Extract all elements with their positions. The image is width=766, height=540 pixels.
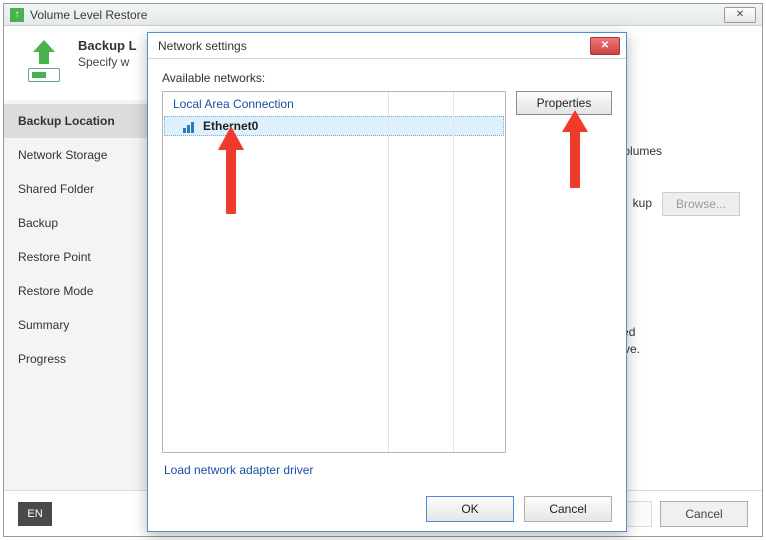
load-driver-link[interactable]: Load network adapter driver [162,453,612,481]
restore-icon [22,38,66,88]
ok-button[interactable]: OK [426,496,514,522]
network-settings-dialog: Network settings ✕ Available networks: L… [147,32,627,532]
dialog-cancel-button[interactable]: Cancel [524,496,612,522]
language-button[interactable]: EN [18,502,52,526]
dialog-body: Available networks: Local Area Connectio… [148,59,626,487]
page-subtitle: Specify w [78,55,137,69]
dialog-title: Network settings [158,39,590,53]
browse-button: Browse... [662,192,740,216]
available-networks-label: Available networks: [162,71,612,85]
network-group-header: Local Area Connection [163,92,505,116]
dialog-footer: OK Cancel [148,487,626,531]
dialog-close-icon[interactable]: ✕ [590,37,620,55]
network-adapter-icon [183,119,197,133]
window-title: Volume Level Restore [30,8,724,22]
properties-button[interactable]: Properties [516,91,612,115]
wizard-titlebar: ↑ Volume Level Restore ✕ [4,4,762,26]
network-item-label: Ethernet0 [203,119,258,133]
option-text-fragment: kup [633,196,652,210]
wizard-window: ↑ Volume Level Restore ✕ Backup L Specif… [3,3,763,537]
network-item-ethernet0[interactable]: Ethernet0 [164,116,504,136]
network-list[interactable]: Local Area Connection Ethernet0 [162,91,506,453]
page-title: Backup L [78,38,137,53]
dialog-titlebar: Network settings ✕ [148,33,626,59]
close-icon[interactable]: ✕ [724,7,756,23]
app-icon: ↑ [10,8,24,22]
wizard-cancel-button[interactable]: Cancel [660,501,748,527]
